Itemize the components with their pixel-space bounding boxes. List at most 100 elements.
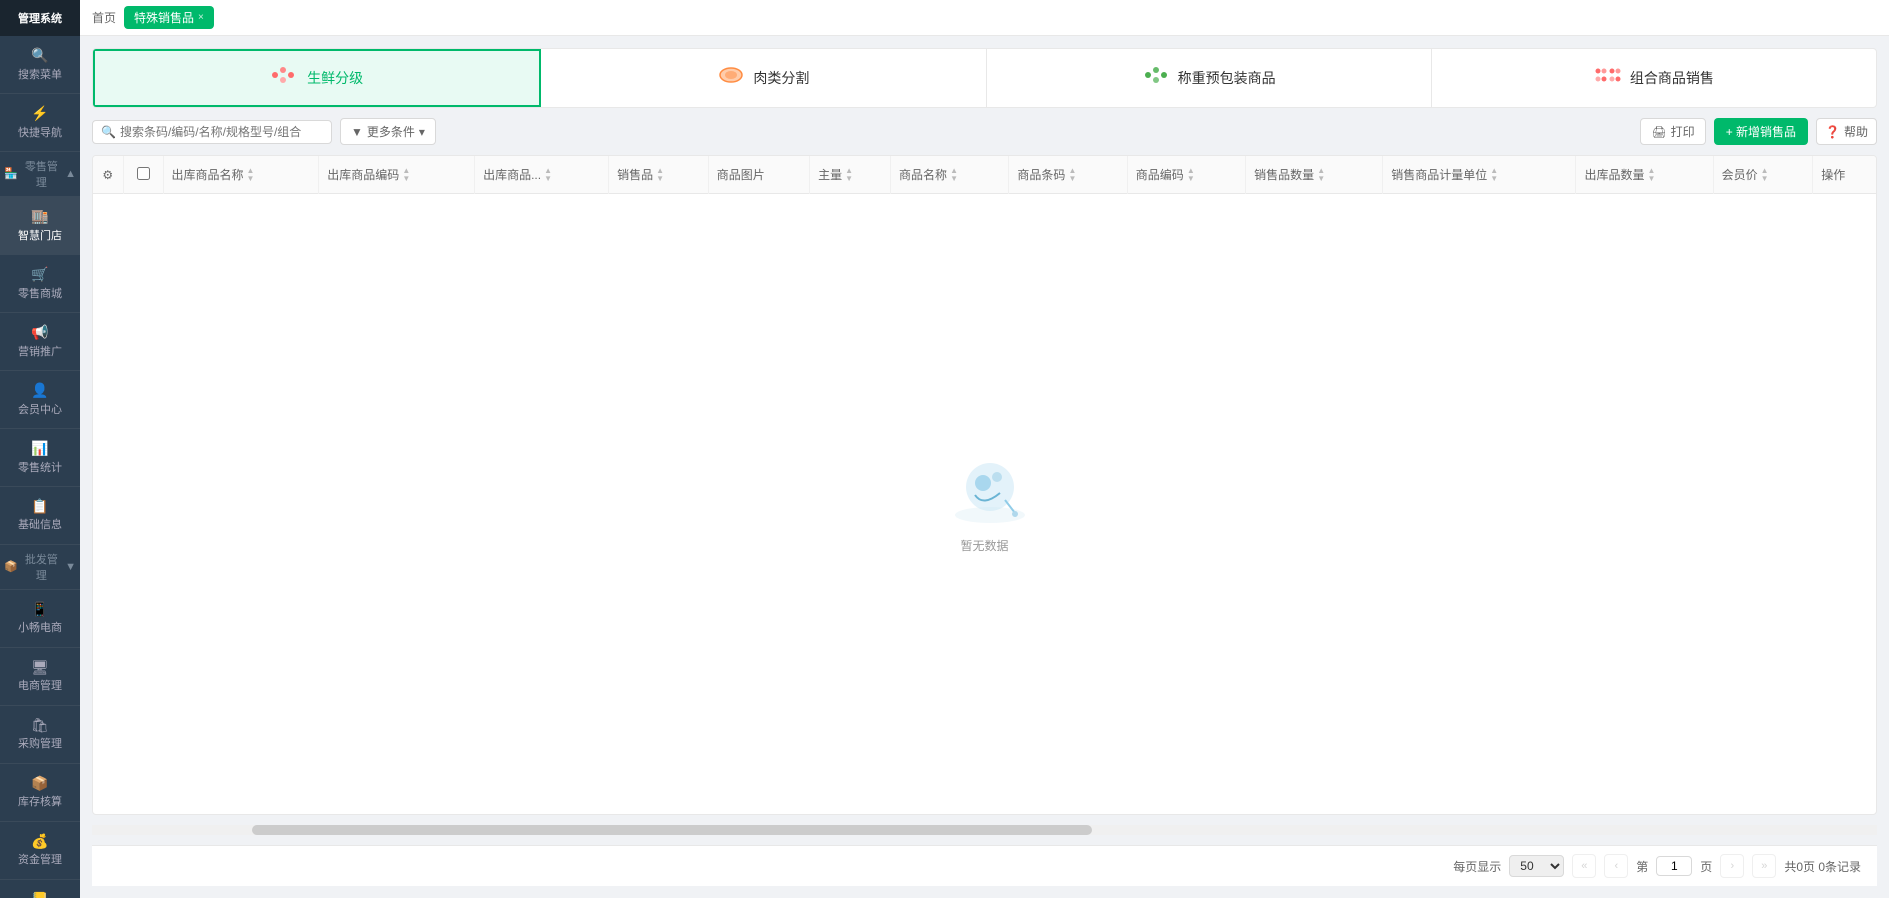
help-icon: ❓ (1825, 125, 1840, 139)
filter-icon: ▼ (351, 125, 363, 139)
sidebar-item-inventory[interactable]: 📦 库存核算 (0, 764, 80, 822)
col-goods-name[interactable]: 商品名称▲▼ (891, 156, 1009, 194)
sidebar-item-quick-nav[interactable]: ⚡ 快捷导航 (0, 94, 80, 152)
col-sale-goods[interactable]: 销售品▲▼ (609, 156, 709, 194)
help-button[interactable]: ❓ 帮助 (1816, 118, 1877, 145)
print-label: 打印 (1671, 123, 1695, 140)
category-tabs: 生鲜分级 肉类分割 (92, 48, 1877, 108)
sidebar-item-label: 搜索菜单 (18, 68, 62, 83)
col-out-goods-code[interactable]: 出库商品编码▲▼ (319, 156, 475, 194)
col-out-goods-spec[interactable]: 出库商品...▲▼ (475, 156, 609, 194)
last-page-button[interactable]: » (1752, 854, 1776, 878)
sidebar-item-wholesale[interactable]: 📦 批发管理 ▼ (0, 545, 80, 590)
help-label: 帮助 (1844, 123, 1868, 140)
empty-state: 暂无数据 (93, 194, 1876, 814)
sidebar-item-label: 库存核算 (18, 795, 62, 810)
sidebar-item-search-menu[interactable]: 🔍 搜索菜单 (0, 36, 80, 94)
per-page-select[interactable]: 50 10 20 100 (1509, 855, 1564, 877)
col-goods-barcode[interactable]: 商品条码▲▼ (1009, 156, 1127, 194)
col-sale-unit[interactable]: 销售商品计量单位▲▼ (1383, 156, 1576, 194)
col-member-price[interactable]: 会员价▲▼ (1713, 156, 1813, 194)
meat-cut-icon (717, 65, 745, 91)
chevron-icon: ▲ (65, 168, 76, 180)
cat-tab-weigh-pack-label: 称重预包装商品 (1178, 68, 1276, 88)
sidebar-item-label: 营销推广 (18, 345, 62, 360)
fresh-grade-icon (271, 65, 299, 91)
ledger-icon: 📒 (31, 890, 48, 898)
sidebar-item-ledger[interactable]: 📒 总账管理 (0, 880, 80, 898)
sidebar-item-smart-store[interactable]: 🏬 智慧门店 (0, 197, 80, 255)
sidebar-item-retail-mall[interactable]: 🛒 零售商城 (0, 255, 80, 313)
data-table: ⚙ 出库商品名称▲▼ 出库商品编码▲▼ 出库商品...▲▼ 销售品▲▼ (92, 155, 1877, 815)
search-menu-icon: 🔍 (31, 46, 48, 66)
sidebar-item-label: 零售统计 (18, 461, 62, 476)
sidebar-item-ecommerce[interactable]: 🖥 电商管理 (0, 648, 80, 706)
col-sale-qty[interactable]: 销售品数量▲▼ (1246, 156, 1383, 194)
col-main-weight[interactable]: 主量▲▼ (810, 156, 891, 194)
toolbar-right: 🖨 打印 + 新增销售品 ❓ 帮助 (1640, 118, 1877, 145)
scrollbar-thumb[interactable] (252, 825, 1092, 835)
main-content: 首页 特殊销售品 × 生鲜分级 (80, 0, 1889, 898)
page-content: 生鲜分级 肉类分割 (80, 36, 1889, 898)
sidebar-item-label: 小畅电商 (18, 621, 62, 636)
filter-arrow: ▾ (419, 125, 425, 139)
first-page-button[interactable]: « (1572, 854, 1596, 878)
page-label: 第 (1636, 858, 1648, 875)
col-goods-code[interactable]: 商品编码▲▼ (1127, 156, 1245, 194)
pagination: 每页显示 50 10 20 100 « ‹ 第 页 › » 共0页 0条记录 (92, 845, 1877, 886)
sidebar-item-basic-info[interactable]: 📋 基础信息 (0, 487, 80, 545)
ecommerce-icon: 🖥 (31, 658, 49, 678)
page-suffix: 页 (1700, 858, 1712, 875)
retail-mall-icon: 🛒 (31, 265, 48, 285)
sidebar-item-marketing[interactable]: 📢 营销推广 (0, 313, 80, 371)
tab-close-icon[interactable]: × (198, 12, 204, 23)
member-icon: 👤 (31, 381, 48, 401)
per-page-label: 每页显示 (1453, 858, 1501, 875)
sidebar-item-finance[interactable]: 💰 资金管理 (0, 822, 80, 880)
active-tab[interactable]: 特殊销售品 × (124, 6, 214, 29)
sidebar-logo: 管理系统 (0, 0, 80, 36)
cat-tab-meat-cut[interactable]: 肉类分割 (541, 49, 986, 107)
sidebar-item-label: 零售商城 (18, 287, 62, 302)
sidebar-item-retail-mgmt[interactable]: 🏪 零售管理 ▲ (0, 152, 80, 197)
cat-tab-weigh-pack[interactable]: 称重预包装商品 (987, 49, 1432, 107)
sidebar-item-label: 智慧门店 (18, 229, 62, 244)
search-input[interactable] (120, 125, 323, 139)
col-operation: 操作 (1813, 156, 1876, 194)
sidebar-item-label: 电商管理 (18, 679, 62, 694)
sidebar-item-label: 批发管理 (20, 551, 63, 583)
filter-button[interactable]: ▼ 更多条件 ▾ (340, 118, 436, 145)
prev-page-button[interactable]: ‹ (1604, 854, 1628, 878)
new-sale-button[interactable]: + 新增销售品 (1714, 118, 1808, 145)
sidebar-item-label: 基础信息 (18, 518, 62, 533)
sidebar-item-label: 采购管理 (18, 737, 62, 752)
col-checkbox[interactable] (123, 156, 163, 194)
quick-nav-icon: ⚡ (31, 104, 48, 124)
page-input[interactable] (1656, 856, 1692, 876)
cat-tab-combo-sale[interactable]: 组合商品销售 (1432, 49, 1876, 107)
sidebar-item-mini-program[interactable]: 📱 小畅电商 (0, 590, 80, 648)
sidebar-item-label: 会员中心 (18, 403, 62, 418)
empty-icon (945, 455, 1025, 525)
col-settings[interactable]: ⚙ (93, 156, 123, 194)
sidebar-item-member[interactable]: 👤 会员中心 (0, 371, 80, 429)
horizontal-scrollbar[interactable] (92, 825, 1877, 835)
home-tab[interactable]: 首页 (92, 9, 116, 26)
sidebar-item-purchase[interactable]: 🛍 采购管理 (0, 706, 80, 764)
filter-label: 更多条件 (367, 123, 415, 140)
purchase-icon: 🛍 (31, 716, 49, 736)
retail-stats-icon: 📊 (31, 439, 48, 459)
sidebar-item-retail-stats[interactable]: 📊 零售统计 (0, 429, 80, 487)
col-out-goods-name[interactable]: 出库商品名称▲▼ (163, 156, 319, 194)
select-all-checkbox[interactable] (137, 167, 150, 180)
empty-text: 暂无数据 (960, 537, 1008, 554)
cat-tab-fresh-grade[interactable]: 生鲜分级 (93, 49, 541, 107)
toolbar: 🔍 ▼ 更多条件 ▾ 🖨 打印 + 新增销售品 ❓ (92, 118, 1877, 145)
sidebar-item-label: 快捷导航 (18, 126, 62, 141)
print-button[interactable]: 🖨 打印 (1640, 118, 1705, 145)
col-out-qty[interactable]: 出库品数量▲▼ (1576, 156, 1713, 194)
search-box[interactable]: 🔍 (92, 120, 332, 144)
weigh-pack-icon (1142, 65, 1170, 91)
cat-tab-combo-sale-label: 组合商品销售 (1630, 68, 1714, 88)
next-page-button[interactable]: › (1720, 854, 1744, 878)
